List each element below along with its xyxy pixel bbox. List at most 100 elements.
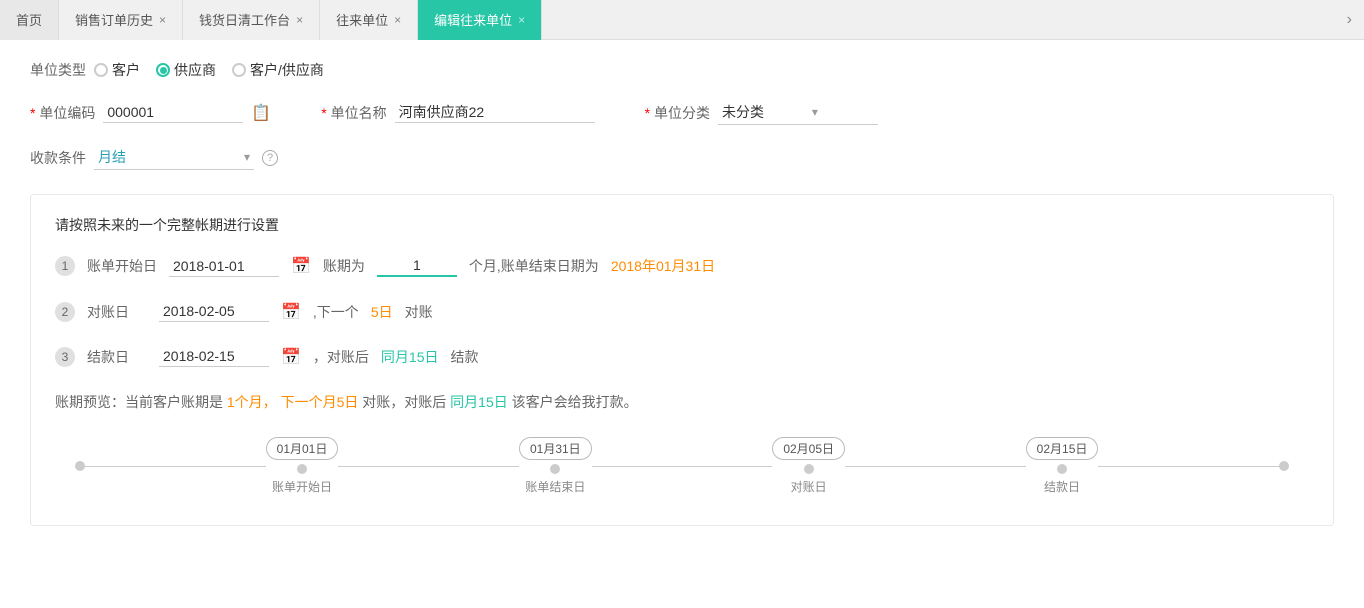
preview-part2: 下一个月5日 [281,394,359,410]
radio-supplier[interactable]: 供应商 [156,60,216,80]
payment-date-calendar-icon[interactable]: 📅 [281,347,301,367]
unit-type-label: 单位类型 [30,60,86,80]
row-label-2: 对账日 [87,302,147,322]
preview-part1: 1个月， [227,394,277,410]
timeline-line-4 [1098,466,1279,467]
reconcile-calendar-icon[interactable]: 📅 [281,302,301,322]
tab-bar: 首页 销售订单历史 × 钱货日清工作台 × 往来单位 × 编辑往来单位 × › [0,0,1364,40]
unit-code-field: 单位编码 000001 📋 [30,102,271,123]
row3-prefix: ，对账后 [313,347,369,367]
preview-middle: 对账，对账后 [362,394,446,410]
timeline-dot-3 [804,464,814,474]
row1-prefix: 账期为 [323,256,365,276]
unit-class-label: 单位分类 [645,103,710,123]
timeline-label-2: 账单结束日 [525,478,585,495]
timeline-left-end-dot [75,461,85,471]
unit-type-row: 单位类型 客户 供应商 客户/供应商 [30,60,1334,80]
payment-label: 收款条件 [30,148,86,168]
row-num-3: 3 [55,347,75,367]
timeline-badge-3: 02月05日 [772,437,845,460]
row-num-1: 1 [55,256,75,276]
unit-code-calendar-icon[interactable]: 📋 [251,103,271,123]
unit-class-value: 未分类 [722,102,764,122]
settings-title: 请按照未来的一个完整帐期进行设置 [55,215,1309,235]
timeline-dot-4 [1057,464,1067,474]
radio-supplier-circle [156,63,170,77]
row-label-1: 账单开始日 [87,256,157,276]
preview-suffix: 该客户会给我打款。 [512,394,638,410]
radio-customer[interactable]: 客户 [94,60,140,80]
settings-box: 请按照未来的一个完整帐期进行设置 1 账单开始日 2018-01-01 📅 账期… [30,194,1334,526]
close-cash-work[interactable]: × [296,13,303,27]
radio-both[interactable]: 客户/供应商 [232,60,324,80]
preview-prefix: 账期预览：当前客户账期是 [55,394,223,410]
close-edit-partner[interactable]: × [518,13,525,27]
unit-type-radio-group: 客户 供应商 客户/供应商 [94,60,324,80]
payment-value: 月结 [98,147,126,167]
tab-edit-partner[interactable]: 编辑往来单位 × [418,0,542,40]
radio-customer-circle [94,63,108,77]
tab-partner[interactable]: 往来单位 × [320,0,418,40]
unit-code-label: 单位编码 [30,103,95,123]
row2-prefix: ,下一个 [313,302,359,322]
preview-part3: 同月15日 [450,394,508,410]
timeline-label-1: 账单开始日 [272,478,332,495]
start-date-calendar-icon[interactable]: 📅 [291,256,311,276]
setting-row-2: 2 对账日 2018-02-05 📅 ,下一个 5日 对账 [55,301,1309,322]
row2-suffix: 对账 [405,302,433,322]
unit-name-input[interactable]: 河南供应商22 [395,102,595,123]
timeline-badge-2: 01月31日 [519,437,592,460]
timeline-label-4: 结款日 [1044,478,1080,495]
radio-both-label: 客户/供应商 [250,60,324,80]
radio-supplier-label: 供应商 [174,60,216,80]
tab-home[interactable]: 首页 [0,0,59,40]
timeline-dot-1 [297,464,307,474]
unit-info-row: 单位编码 000001 📋 单位名称 河南供应商22 单位分类 未分类 ▾ [30,100,1334,125]
start-date-input[interactable]: 2018-01-01 [169,256,279,277]
setting-row-1: 1 账单开始日 2018-01-01 📅 账期为 1 个月,账单结束日期为 20… [55,255,1309,277]
timeline-line-0 [85,466,266,467]
timeline-dot-2 [550,464,560,474]
timeline-line-2 [592,466,773,467]
reconcile-date-input[interactable]: 2018-02-05 [159,301,269,322]
timeline-node-2: 01月31日 账单结束日 [519,437,592,495]
row2-highlight: 5日 [371,302,393,322]
payment-arrow-icon: ▾ [244,150,250,164]
timeline: 01月01日 账单开始日 01月31日 账单结束日 02月05日 [55,437,1309,495]
month-value-input[interactable]: 1 [377,255,457,277]
timeline-badge-4: 02月15日 [1026,437,1099,460]
tab-cash-work[interactable]: 钱货日清工作台 × [183,0,320,40]
timeline-node-3: 02月05日 对账日 [772,437,845,495]
payment-select[interactable]: 月结 ▾ [94,145,254,170]
main-content: 单位类型 客户 供应商 客户/供应商 单位编码 000001 [0,40,1364,608]
unit-class-arrow-icon: ▾ [812,105,818,119]
row3-highlight: 同月15日 [381,347,439,367]
payment-date-input[interactable]: 2018-02-15 [159,346,269,367]
timeline-line-1 [338,466,519,467]
timeline-right-end-dot [1279,461,1289,471]
row1-suffix: 个月,账单结束日期为 [469,256,599,276]
radio-both-circle [232,63,246,77]
row3-suffix: 结款 [451,347,479,367]
unit-code-input[interactable]: 000001 [103,102,243,123]
unit-name-label: 单位名称 [321,103,386,123]
radio-customer-label: 客户 [112,60,140,80]
payment-help-icon[interactable]: ? [262,150,278,166]
row-num-2: 2 [55,302,75,322]
timeline-badge-1: 01月01日 [266,437,339,460]
close-partner[interactable]: × [394,13,401,27]
timeline-node-4: 02月15日 结款日 [1026,437,1099,495]
row-label-3: 结款日 [87,347,147,367]
setting-row-3: 3 结款日 2018-02-15 📅 ，对账后 同月15日 结款 [55,346,1309,367]
preview-text: 账期预览：当前客户账期是 1个月， 下一个月5日 对账，对账后 同月15日 该客… [55,391,1309,413]
payment-row: 收款条件 月结 ▾ ? [30,145,1334,170]
close-sales-history[interactable]: × [159,13,166,27]
unit-name-field: 单位名称 河南供应商22 [321,102,594,123]
tab-sales-history[interactable]: 销售订单历史 × [59,0,183,40]
row1-highlight-date: 2018年01月31日 [611,256,715,276]
timeline-node-1: 01月01日 账单开始日 [266,437,339,495]
timeline-label-3: 对账日 [791,478,827,495]
tab-more-button[interactable]: › [1335,0,1364,40]
unit-class-select[interactable]: 未分类 ▾ [718,100,878,125]
unit-class-field: 单位分类 未分类 ▾ [645,100,878,125]
